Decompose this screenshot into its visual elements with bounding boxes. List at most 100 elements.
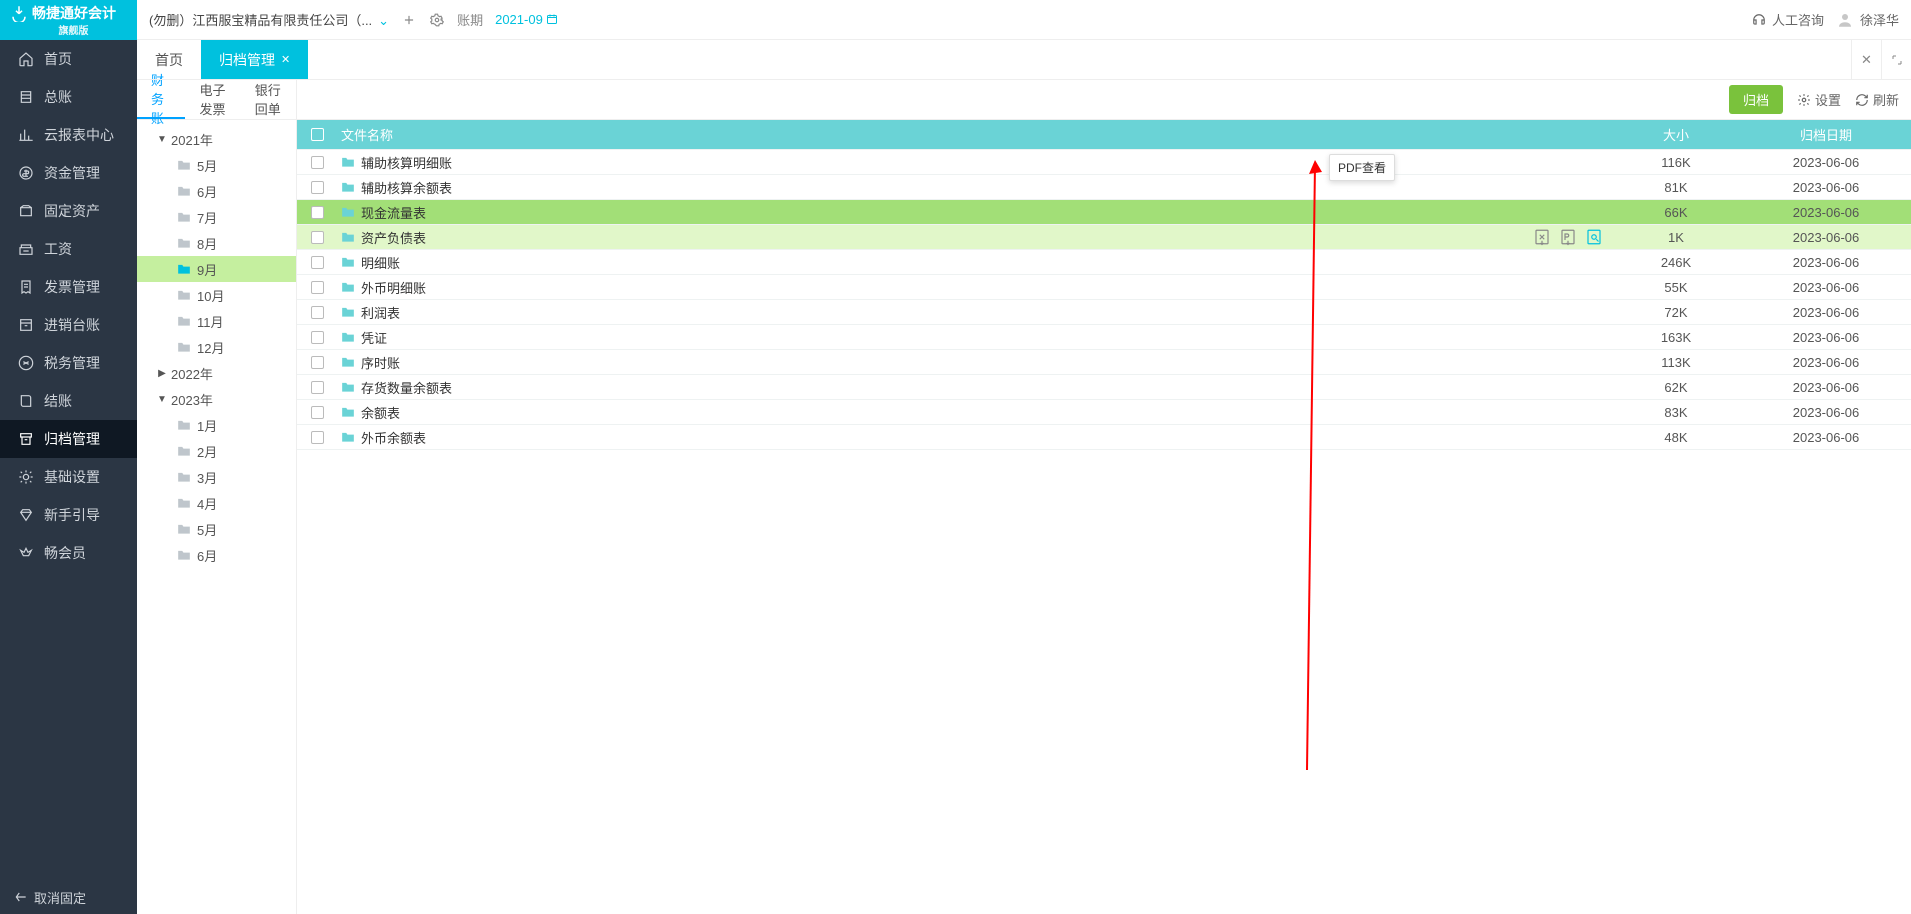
page-tab[interactable]: 归档管理 ✕ [201,40,308,79]
view-pdf-icon[interactable] [1585,228,1603,246]
tree-month[interactable]: 9月 [137,256,296,282]
table-row[interactable]: 辅助核算明细账 116K 2023-06-06 [297,150,1911,175]
period-tree: ▼2021年5月6月7月8月9月10月11月12月▶2022年▼2023年1月2… [137,120,296,574]
folder-icon [341,331,355,343]
file-size: 246K [1611,255,1741,270]
table-row[interactable]: 辅助核算余额表 81K 2023-06-06 [297,175,1911,200]
sidebar-item-label: 云报表中心 [44,125,114,145]
caret-icon: ▶ [157,368,167,379]
fullscreen-icon[interactable] [1881,40,1911,79]
tree-month[interactable]: 10月 [137,282,296,308]
row-checkbox[interactable] [311,206,324,219]
table-row[interactable]: 利润表 72K 2023-06-06 [297,300,1911,325]
file-name: 外币明细账 [361,278,426,297]
sidebar-item-label: 结账 [44,391,72,411]
tree-month[interactable]: 6月 [137,178,296,204]
sidebar-item-guide[interactable]: 新手引导 [0,496,137,534]
archive-date: 2023-06-06 [1741,355,1911,370]
home-icon [18,51,34,67]
tree-month[interactable]: 2月 [137,438,296,464]
sidebar-item-vip[interactable]: 畅会员 [0,534,137,572]
table-row[interactable]: 序时账 113K 2023-06-06 [297,350,1911,375]
refresh-link[interactable]: 刷新 [1855,90,1899,109]
tree-month[interactable]: 6月 [137,542,296,568]
money-icon [18,165,34,181]
table-row[interactable]: 凭证 163K 2023-06-06 [297,325,1911,350]
sidebar-item-inventory[interactable]: 进销台账 [0,306,137,344]
row-checkbox[interactable] [311,156,324,169]
archive-button[interactable]: 归档 [1729,85,1783,114]
period-value[interactable]: 2021-09 [495,12,558,27]
row-checkbox[interactable] [311,231,324,244]
row-checkbox[interactable] [311,381,324,394]
invoice-icon [18,279,34,295]
unpin-sidebar[interactable]: 取消固定 [0,880,137,914]
tree-year[interactable]: ▼2023年 [137,386,296,412]
sidebar-item-archive[interactable]: 归档管理 [0,420,137,458]
tree-month[interactable]: 3月 [137,464,296,490]
sidebar-item-chart[interactable]: 云报表中心 [0,116,137,154]
folder-icon [341,181,355,193]
archive-date: 2023-06-06 [1741,205,1911,220]
download-pdf-icon[interactable] [1559,228,1577,246]
sidebar-item-money[interactable]: 资金管理 [0,154,137,192]
tree-month[interactable]: 7月 [137,204,296,230]
inner-tab[interactable]: 电子发票 [185,80,240,119]
sidebar-item-ledger[interactable]: 总账 [0,78,137,116]
sidebar-item-label: 进销台账 [44,315,100,335]
close-icon[interactable]: ✕ [281,53,290,66]
company-settings-icon[interactable] [429,12,445,28]
sidebar-item-close-book[interactable]: 结账 [0,382,137,420]
sidebar-item-asset[interactable]: 固定资产 [0,192,137,230]
tree-month[interactable]: 1月 [137,412,296,438]
table-row[interactable]: 外币明细账 55K 2023-06-06 [297,275,1911,300]
table-row[interactable]: 资产负债表 1K 2023-06-06 [297,225,1911,250]
file-size: 81K [1611,180,1741,195]
company-selector[interactable]: (勿删）江西服宝精品有限责任公司（...⌄ [149,10,389,29]
table-row[interactable]: 存货数量余额表 62K 2023-06-06 [297,375,1911,400]
inner-tab[interactable]: 银行回单 [241,80,296,119]
tree-month[interactable]: 11月 [137,308,296,334]
sidebar-item-salary[interactable]: 工资 [0,230,137,268]
folder-icon [341,156,355,168]
row-checkbox[interactable] [311,406,324,419]
sidebar-item-settings[interactable]: 基础设置 [0,458,137,496]
tree-year[interactable]: ▶2022年 [137,360,296,386]
folder-icon [341,306,355,318]
sidebar-item-home[interactable]: 首页 [0,40,137,78]
file-name: 外币余额表 [361,428,426,447]
table-row[interactable]: 现金流量表 66K 2023-06-06 [297,200,1911,225]
file-name: 辅助核算余额表 [361,178,452,197]
table-row[interactable]: 明细账 246K 2023-06-06 [297,250,1911,275]
row-checkbox[interactable] [311,306,324,319]
row-checkbox[interactable] [311,281,324,294]
archive-date: 2023-06-06 [1741,380,1911,395]
close-tab-icon[interactable]: ✕ [1851,40,1881,79]
inner-tab[interactable]: 财务账 [137,80,185,119]
row-checkbox[interactable] [311,356,324,369]
select-all-checkbox[interactable] [311,128,324,141]
consult-link[interactable]: 人工咨询 [1752,10,1824,29]
row-checkbox[interactable] [311,256,324,269]
tree-month[interactable]: 5月 [137,152,296,178]
file-name: 利润表 [361,303,400,322]
row-checkbox[interactable] [311,181,324,194]
row-checkbox[interactable] [311,331,324,344]
tree-month[interactable]: 12月 [137,334,296,360]
table-row[interactable]: 外币余额表 48K 2023-06-06 [297,425,1911,450]
tree-month[interactable]: 8月 [137,230,296,256]
sidebar-item-tax[interactable]: 税务管理 [0,344,137,382]
download-xls-icon[interactable] [1533,228,1551,246]
table-row[interactable]: 余额表 83K 2023-06-06 [297,400,1911,425]
add-company-icon[interactable] [401,12,417,28]
page-tab[interactable]: 首页 [137,40,201,79]
settings-link[interactable]: 设置 [1797,90,1841,109]
tree-year[interactable]: ▼2021年 [137,126,296,152]
row-checkbox[interactable] [311,431,324,444]
archive-date: 2023-06-06 [1741,280,1911,295]
file-size: 62K [1611,380,1741,395]
tree-month[interactable]: 5月 [137,516,296,542]
user-menu[interactable]: 徐泽华 [1836,10,1899,29]
sidebar-item-invoice[interactable]: 发票管理 [0,268,137,306]
tree-month[interactable]: 4月 [137,490,296,516]
